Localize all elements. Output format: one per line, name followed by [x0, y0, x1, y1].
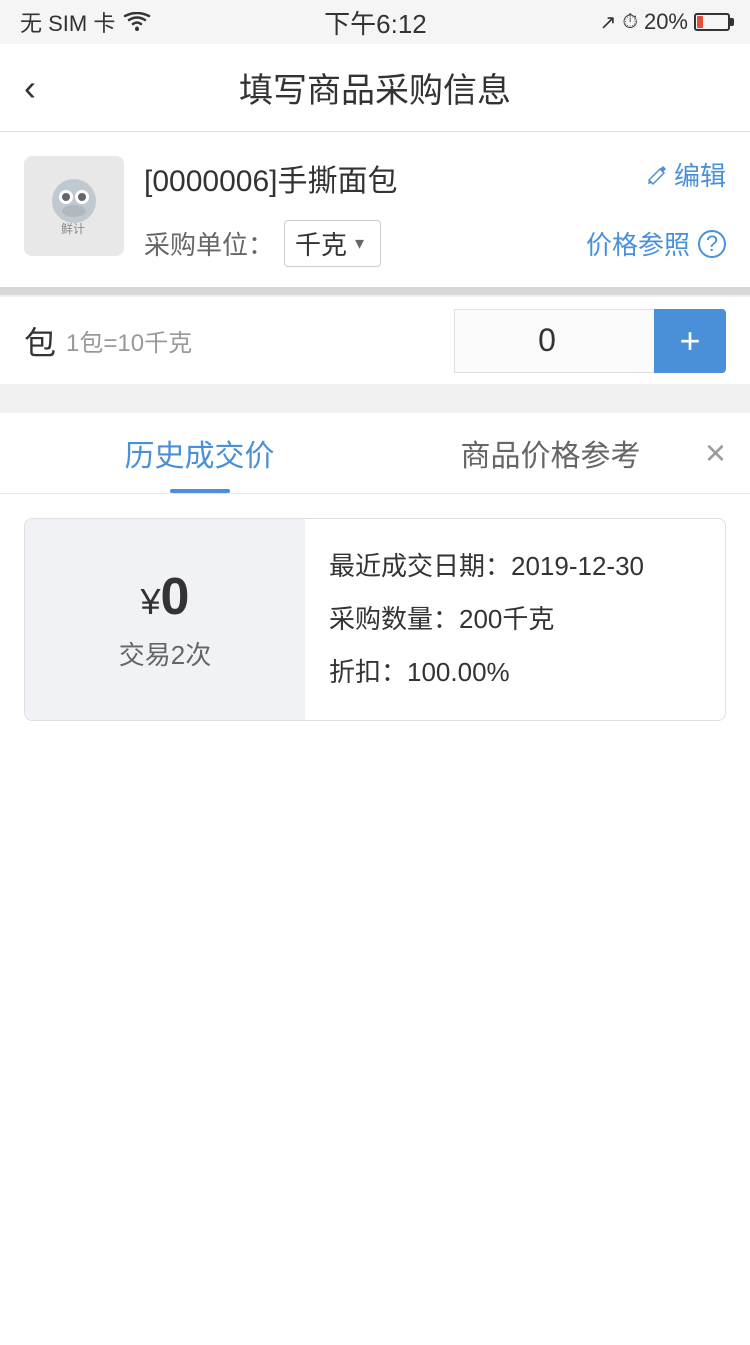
- battery-icon: [694, 13, 730, 31]
- separator-2: [0, 385, 750, 393]
- tab-active-indicator: [170, 489, 230, 493]
- product-header: [0000006]手撕面包 编辑: [144, 156, 726, 200]
- alarm-icon: ⏱: [622, 11, 638, 34]
- quantity-row: 包 1包=10千克 +: [0, 297, 750, 385]
- location-icon: ↗: [600, 10, 617, 35]
- battery-percent: 20%: [644, 9, 688, 35]
- tab-bar: 历史成交价 商品价格参考 ×: [0, 413, 750, 494]
- edit-button[interactable]: 编辑: [646, 156, 726, 193]
- bottom-area: [0, 745, 750, 1345]
- unit-select-dropdown[interactable]: 千克 ▾: [284, 220, 381, 267]
- product-info: [0000006]手撕面包 编辑 采购单位： 千克 ▾ 价格参照: [144, 156, 726, 267]
- edit-icon: [646, 164, 668, 186]
- product-name: [0000006]手撕面包: [144, 156, 397, 200]
- quantity-input[interactable]: [454, 309, 654, 373]
- purchase-qty-row: 采购数量：200千克: [329, 600, 701, 639]
- quantity-sub-label: 1包=10千克: [66, 323, 192, 358]
- product-card: 鲜计 [0000006]手撕面包 编辑 采购单位： 千克 ▾: [0, 132, 750, 287]
- page-title: 填写商品采购信息: [239, 63, 511, 112]
- price-card-right: 最近成交日期：2019-12-30 采购数量：200千克 折扣：100.00%: [305, 519, 725, 720]
- history-price-content: ¥0 交易2次 最近成交日期：2019-12-30 采购数量：200千克 折扣：…: [0, 494, 750, 745]
- chevron-down-icon: ▾: [355, 233, 364, 254]
- discount-row: 折扣：100.00%: [329, 653, 701, 692]
- price-amount: ¥0: [141, 567, 190, 627]
- status-left: 无 SIM 卡: [20, 6, 151, 38]
- quantity-unit: 包: [24, 318, 56, 364]
- tab-close-button[interactable]: ×: [705, 432, 726, 474]
- product-thumbnail: 鲜计: [24, 156, 124, 256]
- tab-history-price[interactable]: 历史成交价: [24, 413, 375, 493]
- tab-price-reference[interactable]: 商品价格参考: [375, 413, 726, 493]
- svg-text:鲜计: 鲜计: [61, 222, 85, 236]
- price-reference-button[interactable]: 价格参照 ?: [586, 225, 726, 262]
- wifi-icon: [123, 12, 151, 32]
- product-unit-row: 采购单位： 千克 ▾ 价格参照 ?: [144, 220, 726, 267]
- back-button[interactable]: ‹: [24, 67, 36, 109]
- unit-label: 采购单位： 千克 ▾: [144, 220, 381, 267]
- price-trades: 交易2次: [119, 635, 211, 672]
- price-card: ¥0 交易2次 最近成交日期：2019-12-30 采购数量：200千克 折扣：…: [24, 518, 726, 721]
- separator-1: [0, 287, 750, 295]
- product-logo-icon: 鲜计: [39, 171, 109, 241]
- carrier-text: 无 SIM 卡: [20, 6, 115, 38]
- status-right: ↗ ⏱ 20%: [600, 9, 730, 35]
- price-card-left: ¥0 交易2次: [25, 519, 305, 720]
- quantity-plus-button[interactable]: +: [654, 309, 726, 373]
- recent-date-row: 最近成交日期：2019-12-30: [329, 547, 701, 586]
- help-icon: ?: [698, 230, 726, 258]
- quantity-control: +: [454, 309, 726, 373]
- status-time: 下午6:12: [324, 4, 427, 41]
- status-bar: 无 SIM 卡 下午6:12 ↗ ⏱ 20%: [0, 0, 750, 44]
- nav-bar: ‹ 填写商品采购信息: [0, 44, 750, 132]
- quantity-label: 包 1包=10千克: [24, 318, 192, 364]
